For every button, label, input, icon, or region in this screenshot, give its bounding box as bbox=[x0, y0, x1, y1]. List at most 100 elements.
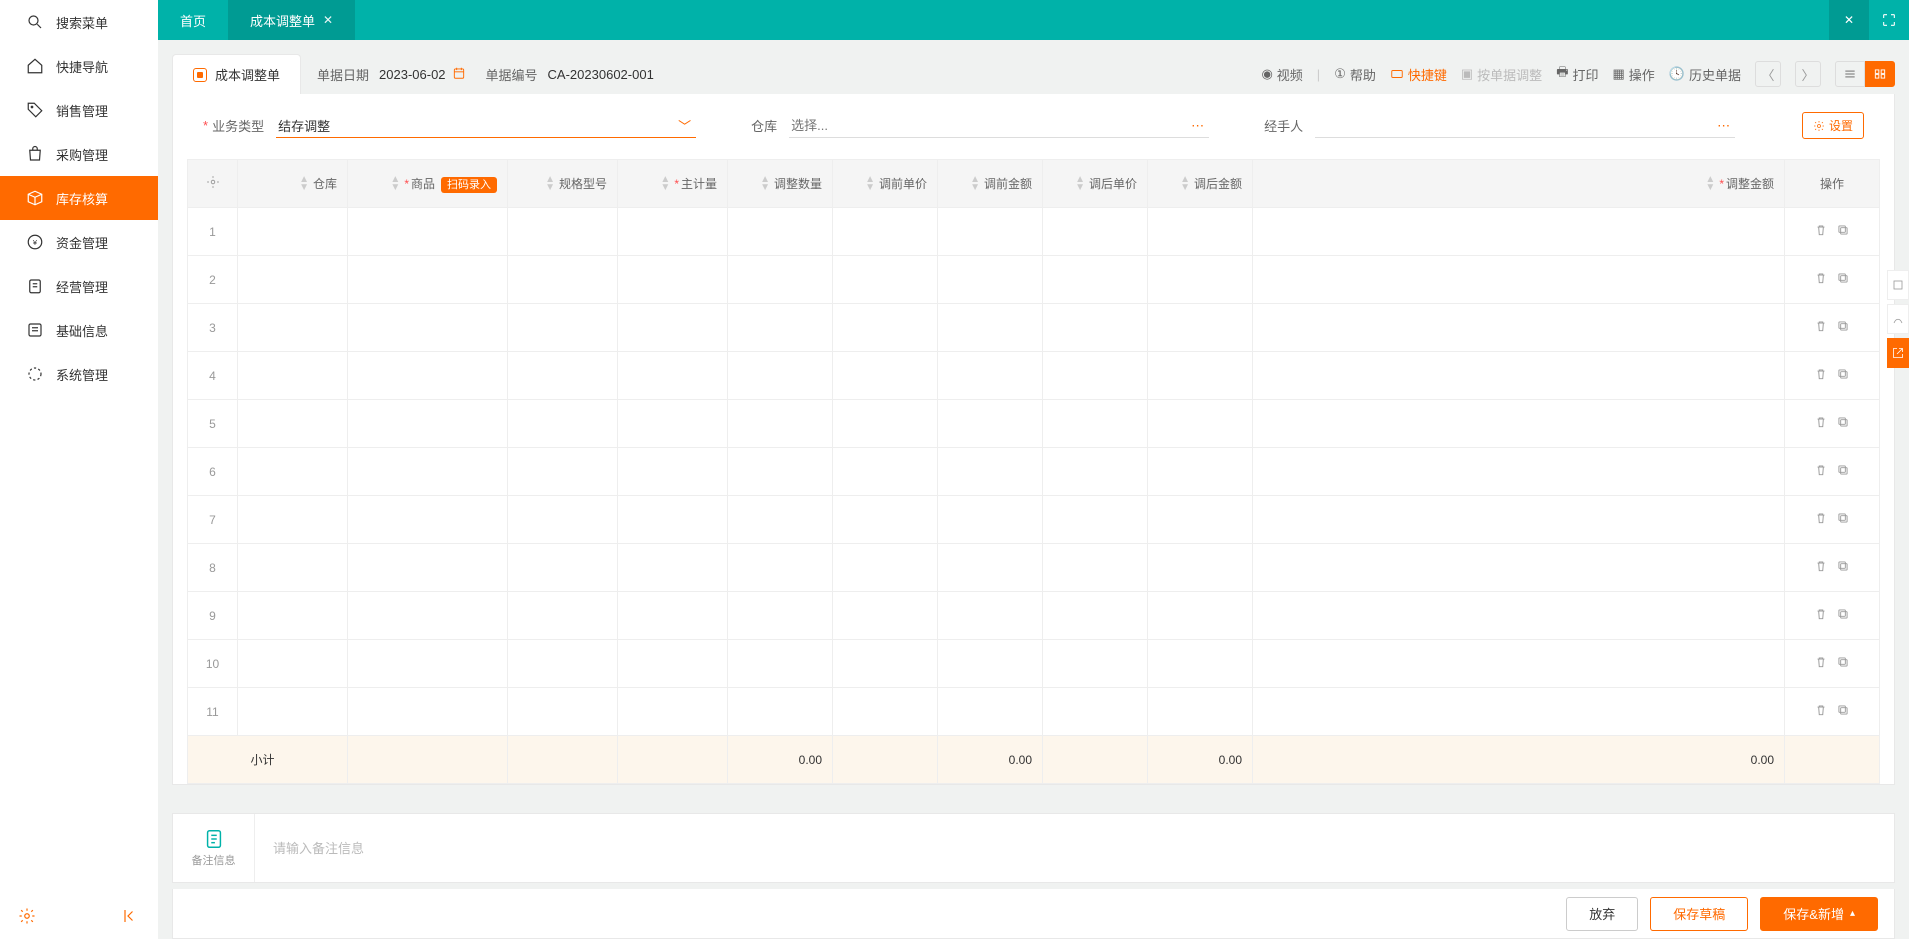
data-table: ▲▼仓库 ▲▼*商品扫码录入 ▲▼规格型号 ▲▼*主计量 ▲▼调整数量 ▲▼调前… bbox=[187, 159, 1880, 784]
rail-item-3[interactable] bbox=[1887, 338, 1909, 368]
copy-icon[interactable] bbox=[1832, 226, 1854, 240]
table-row[interactable]: 8 bbox=[188, 544, 1880, 592]
delete-icon[interactable] bbox=[1810, 226, 1832, 240]
table-row[interactable]: 11 bbox=[188, 688, 1880, 736]
delete-icon[interactable] bbox=[1810, 274, 1832, 288]
save-new-button[interactable]: 保存&新增▴ bbox=[1760, 897, 1878, 931]
collapse-icon[interactable] bbox=[122, 907, 140, 928]
rail-item-1[interactable] bbox=[1887, 270, 1909, 300]
scan-button[interactable]: 扫码录入 bbox=[441, 177, 497, 193]
copy-icon[interactable] bbox=[1832, 322, 1854, 336]
copy-icon[interactable] bbox=[1832, 370, 1854, 384]
meta-date: 单据日期 2023-06-02 单据编号 CA-20230602-001 bbox=[317, 65, 660, 84]
col-gear[interactable] bbox=[188, 160, 238, 208]
fullscreen-button[interactable] bbox=[1869, 0, 1909, 40]
delete-icon[interactable] bbox=[1810, 514, 1832, 528]
table-row[interactable]: 9 bbox=[188, 592, 1880, 640]
warehouse-input[interactable] bbox=[789, 114, 1209, 138]
sidebar-item-quicknav[interactable]: 快捷导航 bbox=[0, 44, 158, 88]
sidebar-item-system[interactable]: 系统管理 bbox=[0, 352, 158, 396]
sidebar-item-sales[interactable]: 销售管理 bbox=[0, 88, 158, 132]
col-spec[interactable]: ▲▼规格型号 bbox=[508, 160, 618, 208]
delete-icon[interactable] bbox=[1810, 370, 1832, 384]
save-draft-button[interactable]: 保存草稿 bbox=[1650, 897, 1748, 931]
close-all-button[interactable]: ✕ bbox=[1829, 0, 1869, 40]
print-link[interactable]: 🖶 打印 bbox=[1556, 63, 1598, 85]
copy-icon[interactable] bbox=[1832, 610, 1854, 624]
operator-label: 经手人 bbox=[1264, 116, 1303, 135]
col-preprice[interactable]: ▲▼调前单价 bbox=[833, 160, 938, 208]
remark-input[interactable] bbox=[255, 814, 1894, 882]
sidebar-item-label: 系统管理 bbox=[56, 365, 108, 384]
topbar: 首页 成本调整单 ✕ ✕ bbox=[158, 0, 1909, 40]
clipboard-icon bbox=[26, 277, 44, 295]
col-adjamount[interactable]: ▲▼*调整金额 bbox=[1253, 160, 1785, 208]
sidebar-item-search[interactable]: 搜索菜单 bbox=[0, 0, 158, 44]
sidebar-item-funds[interactable]: ¥ 资金管理 bbox=[0, 220, 158, 264]
copy-icon[interactable] bbox=[1832, 706, 1854, 720]
delete-icon[interactable] bbox=[1810, 610, 1832, 624]
sidebar-item-label: 库存核算 bbox=[56, 189, 108, 208]
table-row[interactable]: 4 bbox=[188, 352, 1880, 400]
sidebar-item-basicinfo[interactable]: 基础信息 bbox=[0, 308, 158, 352]
row-number: 9 bbox=[188, 592, 238, 640]
calendar-icon[interactable] bbox=[452, 66, 466, 83]
video-link[interactable]: ◉ 视频 bbox=[1261, 65, 1302, 84]
tab-home[interactable]: 首页 bbox=[158, 0, 228, 40]
delete-icon[interactable] bbox=[1810, 706, 1832, 720]
settings-button[interactable]: 设置 bbox=[1802, 112, 1864, 139]
sidebar-item-inventory[interactable]: 库存核算 bbox=[0, 176, 158, 220]
delete-icon[interactable] bbox=[1810, 658, 1832, 672]
action-link[interactable]: ▦ 操作 bbox=[1612, 65, 1654, 84]
copy-icon[interactable] bbox=[1832, 274, 1854, 288]
copy-icon[interactable] bbox=[1832, 418, 1854, 432]
copy-icon[interactable] bbox=[1832, 466, 1854, 480]
history-link[interactable]: 🕓 历史单据 bbox=[1669, 65, 1741, 84]
footer: 放弃 保存草稿 保存&新增▴ bbox=[172, 889, 1895, 939]
prev-button[interactable]: 〈 bbox=[1755, 61, 1781, 87]
list-icon bbox=[26, 321, 44, 339]
copy-icon[interactable] bbox=[1832, 514, 1854, 528]
row-number: 3 bbox=[188, 304, 238, 352]
operator-input[interactable] bbox=[1315, 114, 1735, 138]
col-mainqty[interactable]: ▲▼*主计量 bbox=[618, 160, 728, 208]
sidebar-item-purchase[interactable]: 采购管理 bbox=[0, 132, 158, 176]
table-row[interactable]: 3 bbox=[188, 304, 1880, 352]
tab-label: 成本调整单 bbox=[250, 11, 315, 30]
tab-current[interactable]: 成本调整单 ✕ bbox=[228, 0, 355, 40]
delete-icon[interactable] bbox=[1810, 466, 1832, 480]
biztype-input[interactable] bbox=[276, 114, 696, 138]
copy-icon[interactable] bbox=[1832, 658, 1854, 672]
col-preamount[interactable]: ▲▼调前金额 bbox=[938, 160, 1043, 208]
col-postprice[interactable]: ▲▼调后单价 bbox=[1043, 160, 1148, 208]
delete-icon[interactable] bbox=[1810, 418, 1832, 432]
delete-icon[interactable] bbox=[1810, 562, 1832, 576]
col-warehouse[interactable]: ▲▼仓库 bbox=[238, 160, 348, 208]
delete-icon[interactable] bbox=[1810, 322, 1832, 336]
inner-tab[interactable]: 成本调整单 bbox=[172, 54, 301, 94]
table-row[interactable]: 1 bbox=[188, 208, 1880, 256]
rail-item-2[interactable] bbox=[1887, 304, 1909, 334]
discard-button[interactable]: 放弃 bbox=[1566, 897, 1638, 931]
row-number: 7 bbox=[188, 496, 238, 544]
close-icon[interactable]: ✕ bbox=[323, 13, 333, 27]
chevron-up-icon: ▴ bbox=[1850, 908, 1855, 919]
view-grid-button[interactable] bbox=[1835, 61, 1865, 87]
date-value[interactable]: 2023-06-02 bbox=[379, 67, 446, 82]
help-link[interactable]: ① 帮助 bbox=[1334, 65, 1376, 84]
table-row[interactable]: 2 bbox=[188, 256, 1880, 304]
col-postamount[interactable]: ▲▼调后金额 bbox=[1148, 160, 1253, 208]
settings-gear-icon[interactable] bbox=[18, 907, 36, 928]
col-product[interactable]: ▲▼*商品扫码录入 bbox=[348, 160, 508, 208]
view-list-button[interactable] bbox=[1865, 61, 1895, 87]
sidebar-item-operation[interactable]: 经营管理 bbox=[0, 264, 158, 308]
col-adjqty[interactable]: ▲▼调整数量 bbox=[728, 160, 833, 208]
subtotal-preamount: 0.00 bbox=[938, 736, 1043, 784]
table-row[interactable]: 10 bbox=[188, 640, 1880, 688]
table-row[interactable]: 7 bbox=[188, 496, 1880, 544]
shortcut-link[interactable]: 快捷键 bbox=[1390, 65, 1447, 84]
copy-icon[interactable] bbox=[1832, 562, 1854, 576]
next-button[interactable]: 〉 bbox=[1795, 61, 1821, 87]
table-row[interactable]: 5 bbox=[188, 400, 1880, 448]
table-row[interactable]: 6 bbox=[188, 448, 1880, 496]
